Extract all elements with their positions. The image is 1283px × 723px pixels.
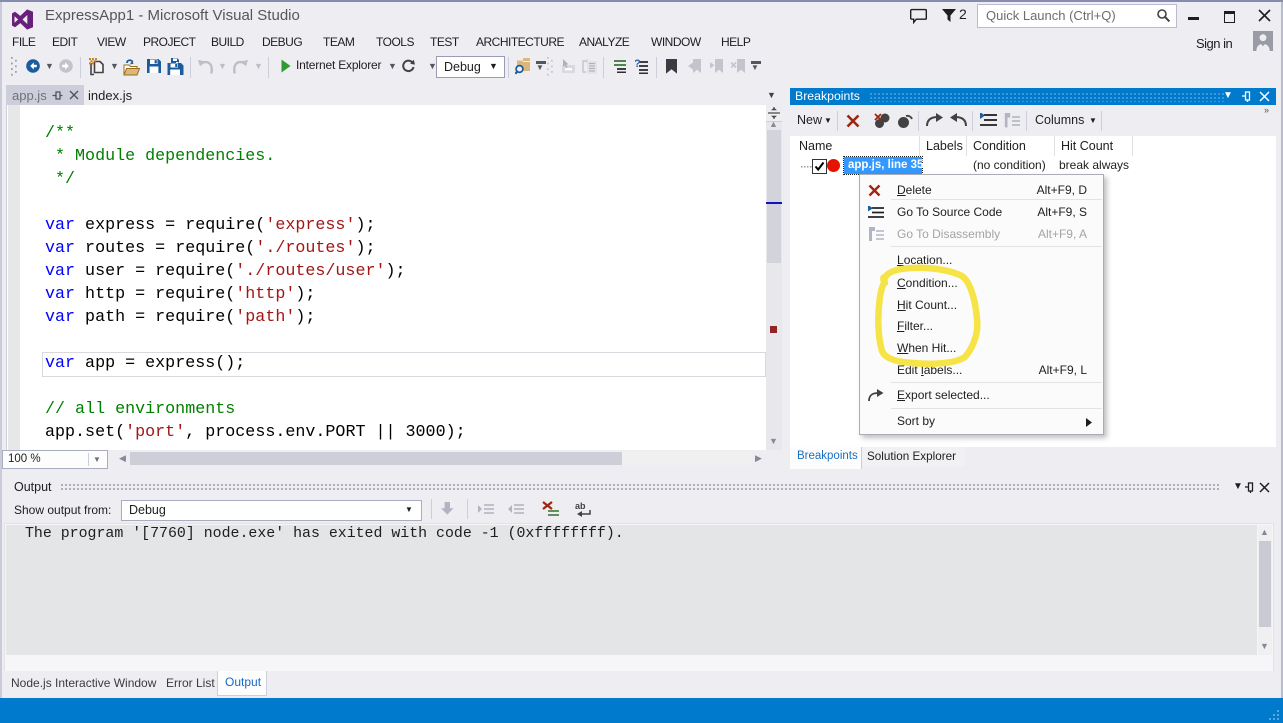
svg-text:?: ? <box>635 58 641 70</box>
svg-text:ab: ab <box>575 501 586 511</box>
